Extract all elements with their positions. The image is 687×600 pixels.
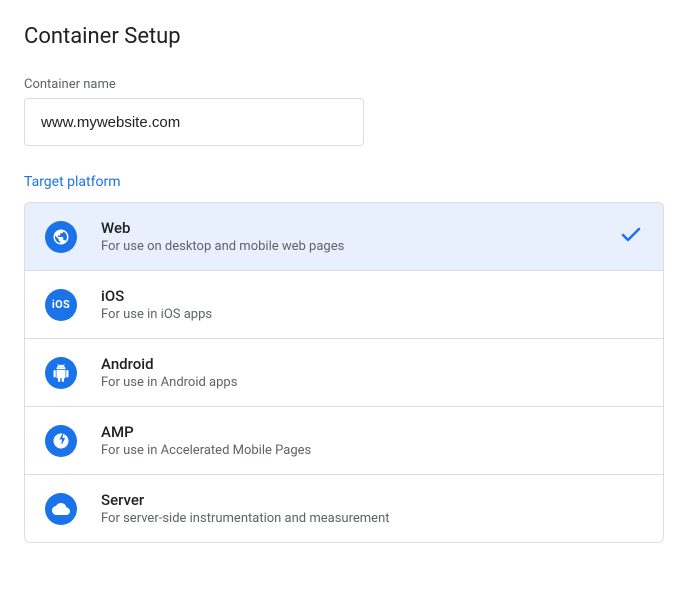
platform-text: Android For use in Android apps bbox=[101, 355, 643, 390]
platform-option-android[interactable]: Android For use in Android apps bbox=[25, 339, 663, 407]
check-icon bbox=[619, 223, 643, 251]
platform-option-web[interactable]: Web For use on desktop and mobile web pa… bbox=[25, 203, 663, 271]
target-platform-label: Target platform bbox=[24, 174, 663, 190]
platform-list: Web For use on desktop and mobile web pa… bbox=[24, 202, 664, 543]
platform-name: Android bbox=[101, 355, 643, 373]
platform-desc: For use on desktop and mobile web pages bbox=[101, 239, 619, 254]
cloud-icon bbox=[45, 493, 77, 525]
platform-desc: For use in iOS apps bbox=[101, 307, 643, 322]
platform-option-ios[interactable]: iOS iOS For use in iOS apps bbox=[25, 271, 663, 339]
platform-desc: For use in Android apps bbox=[101, 375, 643, 390]
container-name-field: Container name bbox=[24, 77, 663, 146]
platform-text: Web For use on desktop and mobile web pa… bbox=[101, 219, 619, 254]
platform-name: AMP bbox=[101, 423, 643, 441]
globe-icon bbox=[45, 221, 77, 253]
page-title: Container Setup bbox=[24, 24, 663, 49]
platform-text: iOS For use in iOS apps bbox=[101, 287, 643, 322]
amp-icon bbox=[45, 425, 77, 457]
platform-option-amp[interactable]: AMP For use in Accelerated Mobile Pages bbox=[25, 407, 663, 475]
platform-name: Server bbox=[101, 491, 643, 509]
platform-desc: For server-side instrumentation and meas… bbox=[101, 511, 643, 526]
platform-option-server[interactable]: Server For server-side instrumentation a… bbox=[25, 475, 663, 542]
platform-desc: For use in Accelerated Mobile Pages bbox=[101, 443, 643, 458]
platform-name: iOS bbox=[101, 287, 643, 305]
ios-icon: iOS bbox=[45, 289, 77, 321]
platform-name: Web bbox=[101, 219, 619, 237]
platform-text: AMP For use in Accelerated Mobile Pages bbox=[101, 423, 643, 458]
container-name-input[interactable] bbox=[24, 98, 364, 146]
android-icon bbox=[45, 357, 77, 389]
container-name-label: Container name bbox=[24, 77, 663, 92]
platform-text: Server For server-side instrumentation a… bbox=[101, 491, 643, 526]
